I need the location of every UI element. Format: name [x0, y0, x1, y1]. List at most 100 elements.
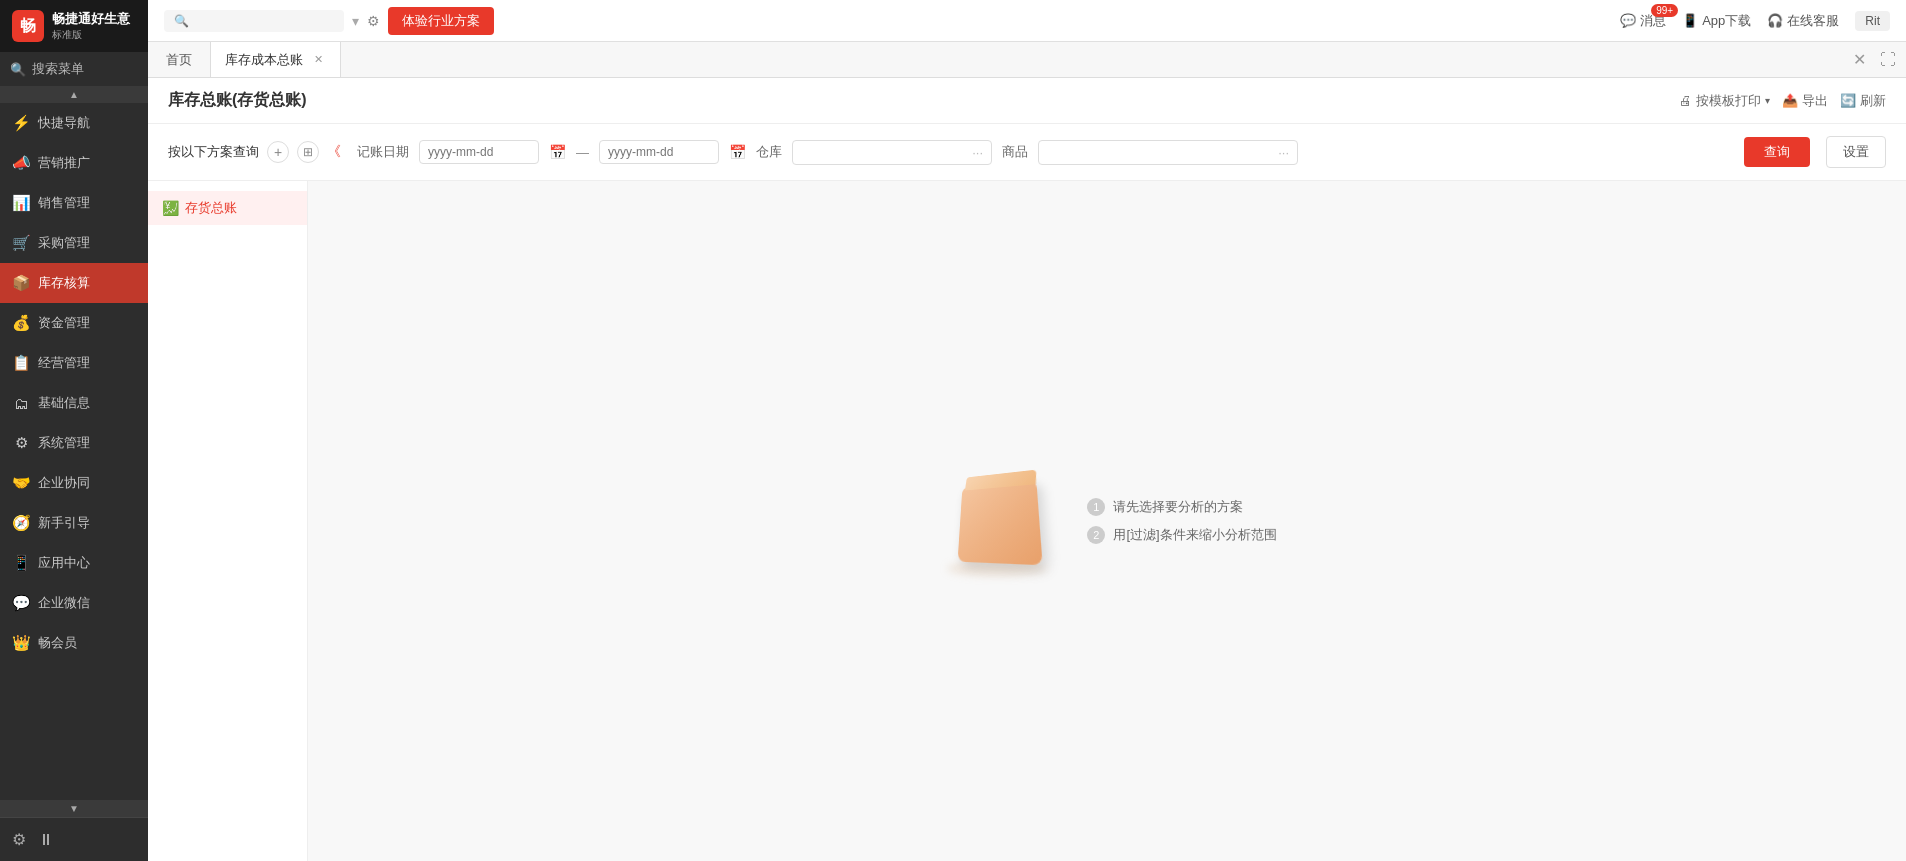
product-select[interactable]: ···	[1038, 140, 1298, 165]
empty-steps: 1 请先选择要分析的方案 2 用[过滤]条件来缩小分析范围	[1087, 498, 1276, 544]
sidebar-item-inventory[interactable]: 📦 库存核算	[0, 263, 148, 303]
print-icon: 🖨	[1679, 93, 1692, 108]
product-label: 商品	[1002, 143, 1028, 161]
calendar-start-icon[interactable]: 📅	[549, 144, 566, 160]
empty-area: 1 请先选择要分析的方案 2 用[过滤]条件来缩小分析范围	[308, 181, 1906, 861]
gear-icon[interactable]: ⚙	[367, 13, 380, 29]
sidebar: 畅 畅捷通好生意 标准版 🔍 搜索菜单 ▲ ⚡ 快捷导航 📣 营销推广 📊 销售…	[0, 0, 148, 861]
warehouse-select[interactable]: ···	[792, 140, 992, 165]
online-service-btn[interactable]: 🎧 在线客服	[1767, 12, 1839, 30]
app-logo: 畅	[12, 10, 44, 42]
message-icon: 💬	[1620, 13, 1636, 28]
sidebar-header: 畅 畅捷通好生意 标准版	[0, 0, 148, 52]
topbar: 🔍 ▾ ⚙ 体验行业方案 💬 消息 99+ 📱 App下载 🎧 在线客服 Ri	[148, 0, 1906, 42]
wechat-icon: 💬	[12, 594, 30, 612]
search-menu[interactable]: 🔍 搜索菜单	[0, 52, 148, 86]
sidebar-item-purchase[interactable]: 🛒 采购管理	[0, 223, 148, 263]
date-start-input[interactable]	[419, 140, 539, 164]
filter-add-button[interactable]: +	[267, 141, 289, 163]
tab-close-icon[interactable]: ✕	[311, 51, 326, 68]
calendar-end-icon[interactable]: 📅	[729, 144, 746, 160]
tab-home[interactable]: 首页	[148, 42, 211, 77]
user-menu[interactable]: Rit	[1855, 11, 1890, 31]
scroll-up-button[interactable]: ▲	[0, 86, 148, 103]
print-btn[interactable]: 🖨 按模板打印 ▾	[1679, 92, 1770, 110]
topbar-search-area[interactable]: 🔍	[164, 10, 344, 32]
topbar-left: 🔍 ▾ ⚙ 体验行业方案	[164, 7, 1610, 35]
page-title: 库存总账(存货总账)	[168, 90, 307, 111]
app-title: 畅捷通好生意	[52, 10, 136, 28]
finance-icon: 💰	[12, 314, 30, 332]
warehouse-more-icon: ···	[972, 145, 983, 160]
operation-icon: 📋	[12, 354, 30, 372]
sidebar-item-guide[interactable]: 🧭 新手引导	[0, 503, 148, 543]
content-body: 💹 存货总账 1 请先选择要分析的方案	[148, 181, 1906, 861]
sidebar-item-system[interactable]: ⚙ 系统管理	[0, 423, 148, 463]
app-subtitle: 标准版	[52, 28, 136, 42]
topbar-search-icon: 🔍	[174, 14, 189, 28]
message-btn[interactable]: 💬 消息 99+	[1620, 12, 1666, 30]
query-button[interactable]: 查询	[1744, 137, 1810, 167]
filter-options-button[interactable]: ⊞	[297, 141, 319, 163]
sidebar-item-sales[interactable]: 📊 销售管理	[0, 183, 148, 223]
sidebar-nav: ⚡ 快捷导航 📣 营销推广 📊 销售管理 🛒 采购管理 📦 库存核算 💰 资金管…	[0, 103, 148, 800]
sidebar-item-finance[interactable]: 💰 资金管理	[0, 303, 148, 343]
sidebar-item-wechat[interactable]: 💬 企业微信	[0, 583, 148, 623]
app-download-icon: 📱	[1682, 13, 1698, 28]
settings-button[interactable]: 设置	[1826, 136, 1886, 168]
message-badge: 99+	[1651, 4, 1678, 17]
scheme-item-icon: 💹	[162, 200, 179, 216]
quick-nav-icon: ⚡	[12, 114, 30, 132]
settings-footer-icon[interactable]: ⚙	[12, 830, 26, 849]
export-btn[interactable]: 📤 导出	[1782, 92, 1828, 110]
scroll-down-button[interactable]: ▼	[0, 800, 148, 817]
expand-icon[interactable]: ⛶	[1880, 51, 1896, 69]
content-area: 库存总账(存货总账) 🖨 按模板打印 ▾ 📤 导出 🔄 刷新	[148, 78, 1906, 861]
app-center-icon: 📱	[12, 554, 30, 572]
basic-info-icon: 🗂	[12, 395, 30, 412]
sidebar-item-app-center[interactable]: 📱 应用中心	[0, 543, 148, 583]
empty-content: 1 请先选择要分析的方案 2 用[过滤]条件来缩小分析范围	[937, 461, 1276, 581]
empty-step-2: 2 用[过滤]条件来缩小分析范围	[1087, 526, 1276, 544]
export-icon: 📤	[1782, 93, 1798, 108]
print-dropdown-icon: ▾	[1765, 95, 1770, 106]
sidebar-item-operation[interactable]: 📋 经营管理	[0, 343, 148, 383]
sidebar-item-basic-info[interactable]: 🗂 基础信息	[0, 383, 148, 423]
tab-inventory-ledger[interactable]: 库存成本总账 ✕	[211, 42, 341, 77]
tab-right-controls: ✕ ⛶	[1847, 48, 1906, 71]
sidebar-item-cooperation[interactable]: 🤝 企业协同	[0, 463, 148, 503]
app-download-btn[interactable]: 📱 App下载	[1682, 12, 1751, 30]
empty-illustration	[937, 461, 1057, 581]
sidebar-item-member[interactable]: 👑 畅会员	[0, 623, 148, 663]
topbar-right: 💬 消息 99+ 📱 App下载 🎧 在线客服 Rit	[1620, 11, 1890, 31]
industry-btn[interactable]: 体验行业方案	[388, 7, 494, 35]
filter-bar: 按以下方案查询 + ⊞ 《 记账日期 📅 — 📅 仓库 ··· 商品	[148, 124, 1906, 181]
guide-icon: 🧭	[12, 514, 30, 532]
inventory-icon: 📦	[12, 274, 30, 292]
sales-icon: 📊	[12, 194, 30, 212]
date-end-input[interactable]	[599, 140, 719, 164]
date-separator: —	[576, 145, 589, 160]
warehouse-label: 仓库	[756, 143, 782, 161]
headset-icon: 🎧	[1767, 13, 1783, 28]
dropdown-icon[interactable]: ▾	[352, 13, 359, 29]
empty-step-1: 1 请先选择要分析的方案	[1087, 498, 1276, 516]
product-more-icon: ···	[1278, 145, 1289, 160]
refresh-icon: 🔄	[1840, 93, 1856, 108]
page-header: 库存总账(存货总账) 🖨 按模板打印 ▾ 📤 导出 🔄 刷新	[148, 78, 1906, 124]
scheme-sidebar: 💹 存货总账	[148, 181, 308, 861]
search-icon: 🔍	[10, 62, 26, 77]
step-num-2: 2	[1087, 526, 1105, 544]
sidebar-title-area: 畅捷通好生意 标准版	[52, 10, 136, 42]
close-panel-icon[interactable]: ✕	[1847, 48, 1872, 71]
sidebar-item-marketing[interactable]: 📣 营销推广	[0, 143, 148, 183]
main-area: 🔍 ▾ ⚙ 体验行业方案 💬 消息 99+ 📱 App下载 🎧 在线客服 Ri	[148, 0, 1906, 861]
purchase-icon: 🛒	[12, 234, 30, 252]
tabbar: 首页 库存成本总账 ✕ ✕ ⛶	[148, 42, 1906, 78]
audio-footer-icon[interactable]: ⏸	[38, 831, 54, 849]
scheme-item-inventory-ledger[interactable]: 💹 存货总账	[148, 191, 307, 225]
filter-collapse-button[interactable]: 《	[327, 143, 341, 161]
page-header-actions: 🖨 按模板打印 ▾ 📤 导出 🔄 刷新	[1679, 92, 1886, 110]
sidebar-item-quick-nav[interactable]: ⚡ 快捷导航	[0, 103, 148, 143]
refresh-btn[interactable]: 🔄 刷新	[1840, 92, 1886, 110]
